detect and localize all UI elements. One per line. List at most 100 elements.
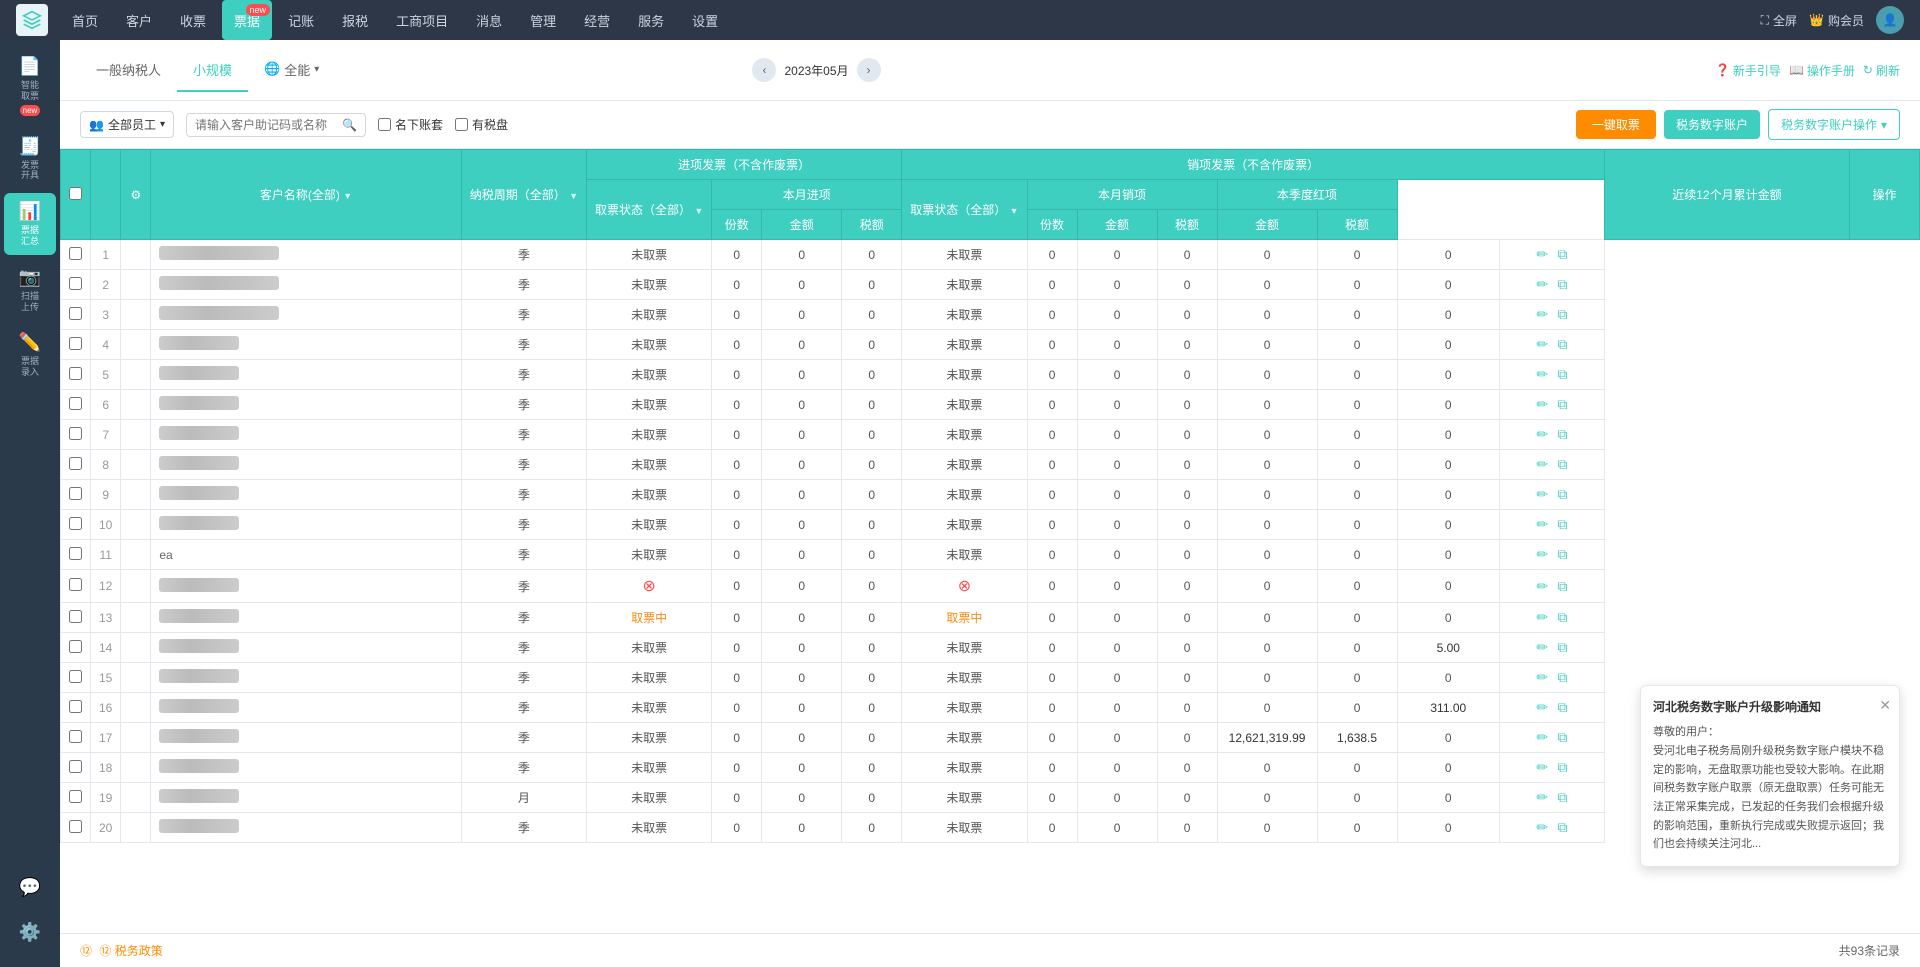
edit-btn[interactable]: ✏ [1533,789,1551,805]
edit-btn[interactable]: ✏ [1533,546,1551,562]
row-checkbox[interactable] [69,457,82,470]
nav-settings[interactable]: 设置 [680,0,730,40]
tax-policy-link[interactable]: ⑫ ⑫ 税务政策 [80,942,163,959]
search-box[interactable]: 🔍 [186,113,366,137]
nav-message[interactable]: 消息 [464,0,514,40]
new-guide-link[interactable]: ❓ 新手引导 [1715,62,1781,79]
nav-service[interactable]: 服务 [626,0,676,40]
period-prev-btn[interactable]: ‹ [752,58,776,82]
copy-btn[interactable]: ⧉ [1554,276,1570,292]
edit-btn[interactable]: ✏ [1533,729,1551,745]
copy-btn[interactable]: ⧉ [1554,486,1570,502]
digital-account-btn[interactable]: 税务数字账户 [1664,110,1760,139]
row-checkbox[interactable] [69,367,82,380]
row-checkbox[interactable] [69,670,82,683]
row-checkbox[interactable] [69,517,82,530]
user-avatar[interactable]: 👤 [1876,6,1904,34]
nav-accounting[interactable]: 记账 [276,0,326,40]
sidebar-item-invoice-issue[interactable]: 🧾 发票开具 [4,128,56,190]
edit-btn[interactable]: ✏ [1533,276,1551,292]
select-all-checkbox[interactable] [69,187,82,200]
nav-manage[interactable]: 管理 [518,0,568,40]
row-checkbox[interactable] [69,337,82,350]
manual-link[interactable]: 📖 操作手册 [1789,62,1855,79]
th-customer-name[interactable]: 客户名称(全部) ▼ [151,150,461,240]
copy-btn[interactable]: ⧉ [1554,669,1570,685]
copy-btn[interactable]: ⧉ [1554,759,1570,775]
has-taxdisk-check[interactable] [455,118,468,131]
nav-operation[interactable]: 经营 [572,0,622,40]
copy-btn[interactable]: ⧉ [1554,819,1570,835]
edit-btn[interactable]: ✏ [1533,819,1551,835]
edit-btn[interactable]: ✏ [1533,456,1551,472]
digital-account-op-btn[interactable]: 税务数字账户操作 ▾ [1768,109,1900,140]
refresh-link[interactable]: ↻ 刷新 [1863,62,1900,79]
nav-business[interactable]: 工商项目 [384,0,460,40]
my-accounts-check[interactable] [378,118,391,131]
edit-btn[interactable]: ✏ [1533,336,1551,352]
sidebar-item-config[interactable]: ⚙️ [4,914,56,951]
copy-btn[interactable]: ⧉ [1554,729,1570,745]
tab-all[interactable]: 🌐 全能 ▾ [248,48,335,92]
row-checkbox[interactable] [69,760,82,773]
copy-btn[interactable]: ⧉ [1554,246,1570,262]
nav-home[interactable]: 首页 [60,0,110,40]
copy-btn[interactable]: ⧉ [1554,306,1570,322]
copy-btn[interactable]: ⧉ [1554,546,1570,562]
search-input[interactable] [195,118,338,132]
period-next-btn[interactable]: › [857,58,881,82]
row-checkbox[interactable] [69,610,82,623]
row-checkbox[interactable] [69,427,82,440]
edit-btn[interactable]: ✏ [1533,366,1551,382]
row-checkbox[interactable] [69,277,82,290]
nav-invoice[interactable]: 票据 new [222,0,272,40]
row-checkbox[interactable] [69,247,82,260]
copy-btn[interactable]: ⧉ [1554,396,1570,412]
edit-btn[interactable]: ✏ [1533,486,1551,502]
has-taxdisk-checkbox[interactable]: 有税盘 [455,116,508,133]
copy-btn[interactable]: ⧉ [1554,456,1570,472]
member-btn[interactable]: 👑 购会员 [1809,12,1864,29]
th-out-fetch-status[interactable]: 取票状态（全部） ▼ [902,180,1027,240]
copy-btn[interactable]: ⧉ [1554,699,1570,715]
edit-btn[interactable]: ✏ [1533,669,1551,685]
row-checkbox[interactable] [69,640,82,653]
copy-btn[interactable]: ⧉ [1554,336,1570,352]
copy-btn[interactable]: ⧉ [1554,578,1570,594]
th-in-fetch-status[interactable]: 取票状态（全部） ▼ [586,180,711,240]
nav-receive[interactable]: 收票 [168,0,218,40]
row-checkbox[interactable] [69,700,82,713]
th-tax-period[interactable]: 纳税周期（全部） ▼ [461,150,586,240]
nav-tax[interactable]: 报税 [330,0,380,40]
one-click-ticket-btn[interactable]: 一键取票 [1576,110,1656,139]
row-checkbox[interactable] [69,730,82,743]
settings-icon[interactable]: ⚙ [130,188,141,202]
edit-btn[interactable]: ✏ [1533,609,1551,625]
sidebar-item-smart-ticket[interactable]: 📄 智能取票 new [4,48,56,124]
copy-btn[interactable]: ⧉ [1554,426,1570,442]
sidebar-item-message[interactable]: 💬 [4,869,56,906]
sidebar-item-ticket-entry[interactable]: ✏️ 票据录入 [4,324,56,386]
row-checkbox[interactable] [69,820,82,833]
copy-btn[interactable]: ⧉ [1554,639,1570,655]
nav-customer[interactable]: 客户 [114,0,164,40]
copy-btn[interactable]: ⧉ [1554,516,1570,532]
edit-btn[interactable]: ✏ [1533,516,1551,532]
row-checkbox[interactable] [69,578,82,591]
copy-btn[interactable]: ⧉ [1554,366,1570,382]
copy-btn[interactable]: ⧉ [1554,609,1570,625]
edit-btn[interactable]: ✏ [1533,246,1551,262]
tab-general-taxpayer[interactable]: 一般纳税人 [80,48,177,92]
edit-btn[interactable]: ✏ [1533,759,1551,775]
row-checkbox[interactable] [69,487,82,500]
row-checkbox[interactable] [69,397,82,410]
employee-select[interactable]: 👥 全部员工 ▾ [80,111,174,138]
edit-btn[interactable]: ✏ [1533,396,1551,412]
edit-btn[interactable]: ✏ [1533,578,1551,594]
edit-btn[interactable]: ✏ [1533,699,1551,715]
sidebar-item-invoice-summary[interactable]: 📊 票据汇总 [4,193,56,255]
fullscreen-btn[interactable]: ⛶ 全屏 [1761,12,1797,29]
copy-btn[interactable]: ⧉ [1554,789,1570,805]
tab-small-scale[interactable]: 小规模 [177,48,248,92]
row-checkbox[interactable] [69,307,82,320]
